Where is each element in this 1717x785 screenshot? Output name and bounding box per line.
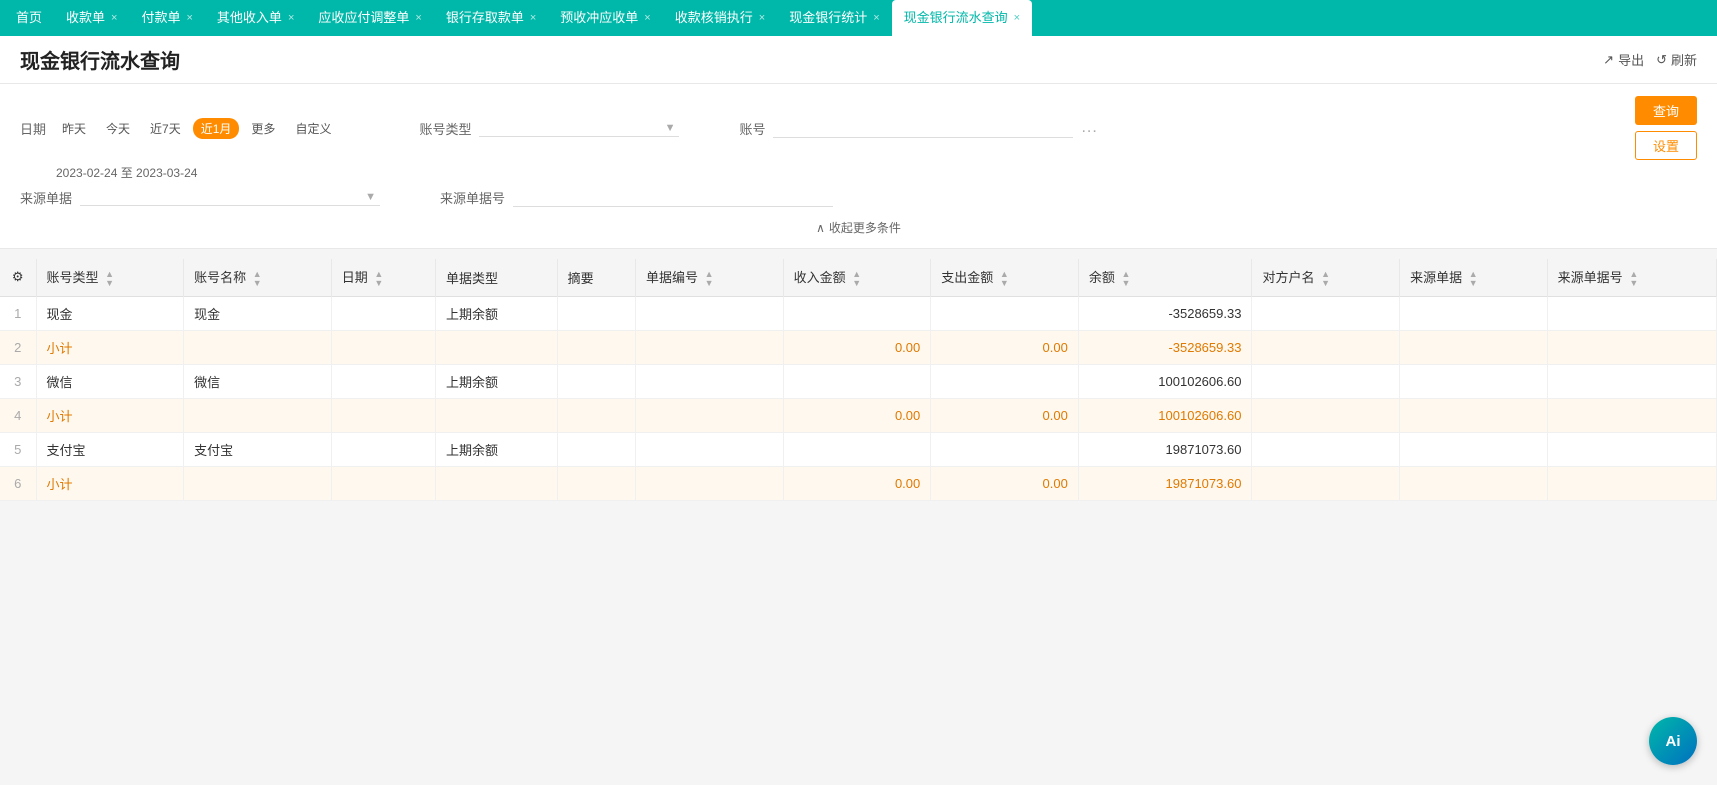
account-type-label: 账号类型	[419, 119, 471, 138]
close-other-income-icon[interactable]: ×	[288, 0, 294, 36]
source-doc-num-filter-group: 来源单据号	[440, 187, 833, 207]
column-account-type: 账号类型 ▲▼	[36, 259, 184, 296]
close-bank-deposit-icon[interactable]: ×	[530, 0, 536, 36]
header-actions: ↗ 导出 ↺ 刷新	[1603, 50, 1697, 69]
nav-item-other-income[interactable]: 其他收入单 ×	[205, 0, 306, 36]
nav-item-advance-receipt[interactable]: 预收冲应收单 ×	[548, 0, 662, 36]
close-receipts-icon[interactable]: ×	[111, 0, 117, 36]
sort-income-icon[interactable]: ▲▼	[852, 270, 861, 288]
sort-doc-no-icon[interactable]: ▲▼	[705, 270, 714, 288]
query-button[interactable]: 查询	[1635, 96, 1697, 125]
nav-item-adjustments[interactable]: 应收应付调整单 ×	[306, 0, 433, 36]
table-row[interactable]: 3微信微信上期余额100102606.60	[0, 364, 1717, 398]
column-expense: 支出金额 ▲▼	[931, 259, 1079, 296]
close-collection-exec-icon[interactable]: ×	[759, 0, 765, 36]
account-more-icon[interactable]: ...	[1081, 119, 1097, 137]
close-advance-receipt-icon[interactable]: ×	[644, 0, 650, 36]
sort-source-doc-icon[interactable]: ▲▼	[1469, 270, 1478, 288]
column-doc-no: 单据编号 ▲▼	[636, 259, 784, 296]
top-navigation: 首页 收款单 × 付款单 × 其他收入单 × 应收应付调整单 × 银行存取款单 …	[0, 0, 1717, 36]
sort-account-name-icon[interactable]: ▲▼	[253, 270, 262, 288]
table-row[interactable]: 4小计0.000.00100102606.60	[0, 398, 1717, 432]
date-range-text: 2023-02-24 至 2023-03-24	[56, 166, 197, 180]
ai-button[interactable]: Ai	[1649, 717, 1697, 765]
date-label: 日期	[20, 119, 46, 138]
nav-item-receipts[interactable]: 收款单 ×	[54, 0, 129, 36]
source-doc-filter-group: 来源单据 ▼	[20, 188, 380, 207]
nav-item-bank-stats[interactable]: 现金银行统计 ×	[777, 0, 891, 36]
column-account-name: 账号名称 ▲▼	[184, 259, 332, 296]
table-row[interactable]: 1现金现金上期余额-3528659.33	[0, 296, 1717, 330]
account-label: 账号	[739, 119, 765, 138]
nav-item-payments[interactable]: 付款单 ×	[129, 0, 204, 36]
date-pill-more[interactable]: 更多	[243, 118, 283, 139]
close-adjustments-icon[interactable]: ×	[415, 0, 421, 36]
close-payments-icon[interactable]: ×	[186, 0, 192, 36]
nav-item-collection-exec[interactable]: 收款核销执行 ×	[663, 0, 777, 36]
filter-row-1: 日期 昨天 今天 近7天 近1月 更多 自定义 账号类型 ▼ 账号 ...	[20, 96, 1697, 160]
filter-row-2: 来源单据 ▼ 来源单据号	[20, 187, 1697, 207]
refresh-icon: ↺	[1656, 52, 1667, 68]
action-buttons: 查询 设置	[1635, 96, 1697, 160]
source-doc-select[interactable]: ▼	[80, 189, 380, 206]
setting-button[interactable]: 设置	[1635, 131, 1697, 160]
column-doc-type: 单据类型	[435, 259, 557, 296]
date-pill-1month[interactable]: 近1月	[193, 118, 240, 139]
date-pill-today[interactable]: 今天	[98, 118, 138, 139]
table-area: ⚙ 账号类型 ▲▼ 账号名称 ▲▼ 日期 ▲▼ 单据类型 摘要	[0, 259, 1717, 501]
nav-item-home[interactable]: 首页	[4, 0, 54, 36]
table-row[interactable]: 6小计0.000.0019871073.60	[0, 466, 1717, 500]
table-body: 1现金现金上期余额-3528659.332小计0.000.00-3528659.…	[0, 296, 1717, 500]
column-gear[interactable]: ⚙	[0, 259, 36, 296]
source-doc-arrow-icon: ▼	[365, 191, 376, 203]
sort-account-type-icon[interactable]: ▲▼	[105, 270, 114, 288]
collapse-up-icon: ∧	[816, 221, 825, 235]
date-filter-group: 日期 昨天 今天 近7天 近1月 更多 自定义	[20, 118, 339, 139]
column-source-doc-no: 来源单据号 ▲▼	[1547, 259, 1716, 296]
table-row[interactable]: 5支付宝支付宝上期余额19871073.60	[0, 432, 1717, 466]
date-pills: 昨天 今天 近7天 近1月 更多 自定义	[54, 118, 339, 139]
close-bank-stats-icon[interactable]: ×	[873, 0, 879, 36]
column-balance: 余额 ▲▼	[1078, 259, 1252, 296]
page-title: 现金银行流水查询	[20, 45, 180, 74]
account-type-filter-group: 账号类型 ▼	[419, 119, 679, 138]
data-table: ⚙ 账号类型 ▲▼ 账号名称 ▲▼ 日期 ▲▼ 单据类型 摘要	[0, 259, 1717, 501]
source-doc-num-label: 来源单据号	[440, 188, 505, 207]
export-button[interactable]: ↗ 导出	[1603, 50, 1644, 69]
table-row[interactable]: 2小计0.000.00-3528659.33	[0, 330, 1717, 364]
date-pill-yesterday[interactable]: 昨天	[54, 118, 94, 139]
sort-balance-icon[interactable]: ▲▼	[1122, 270, 1131, 288]
column-counterpart: 对方户名 ▲▼	[1252, 259, 1400, 296]
close-bank-flow-icon[interactable]: ×	[1014, 0, 1020, 36]
column-summary: 摘要	[557, 259, 635, 296]
filter-area: 日期 昨天 今天 近7天 近1月 更多 自定义 账号类型 ▼ 账号 ...	[0, 84, 1717, 249]
account-filter-group: 账号 ...	[739, 118, 1097, 138]
source-doc-label: 来源单据	[20, 188, 72, 207]
table-header-row: ⚙ 账号类型 ▲▼ 账号名称 ▲▼ 日期 ▲▼ 单据类型 摘要	[0, 259, 1717, 296]
account-type-arrow-icon: ▼	[665, 122, 676, 134]
column-date: 日期 ▲▼	[331, 259, 435, 296]
nav-item-bank-flow[interactable]: 现金银行流水查询 ×	[892, 0, 1032, 36]
sort-counterpart-icon[interactable]: ▲▼	[1321, 270, 1330, 288]
column-source-doc: 来源单据 ▲▼	[1400, 259, 1548, 296]
collapse-bar[interactable]: ∧ 收起更多条件	[20, 215, 1697, 240]
sort-source-doc-no-icon[interactable]: ▲▼	[1629, 270, 1638, 288]
account-input[interactable]	[773, 118, 1073, 138]
column-income: 收入金额 ▲▼	[783, 259, 931, 296]
date-pill-custom[interactable]: 自定义	[287, 118, 339, 139]
sort-date-icon[interactable]: ▲▼	[374, 270, 383, 288]
sort-expense-icon[interactable]: ▲▼	[1000, 270, 1009, 288]
source-doc-num-input[interactable]	[513, 187, 833, 207]
nav-item-bank-deposit[interactable]: 银行存取款单 ×	[434, 0, 548, 36]
refresh-button[interactable]: ↺ 刷新	[1656, 50, 1697, 69]
export-icon: ↗	[1603, 52, 1614, 68]
page-header: 现金银行流水查询 ↗ 导出 ↺ 刷新	[0, 36, 1717, 84]
date-pill-7days[interactable]: 近7天	[142, 118, 189, 139]
account-type-select[interactable]: ▼	[479, 120, 679, 137]
